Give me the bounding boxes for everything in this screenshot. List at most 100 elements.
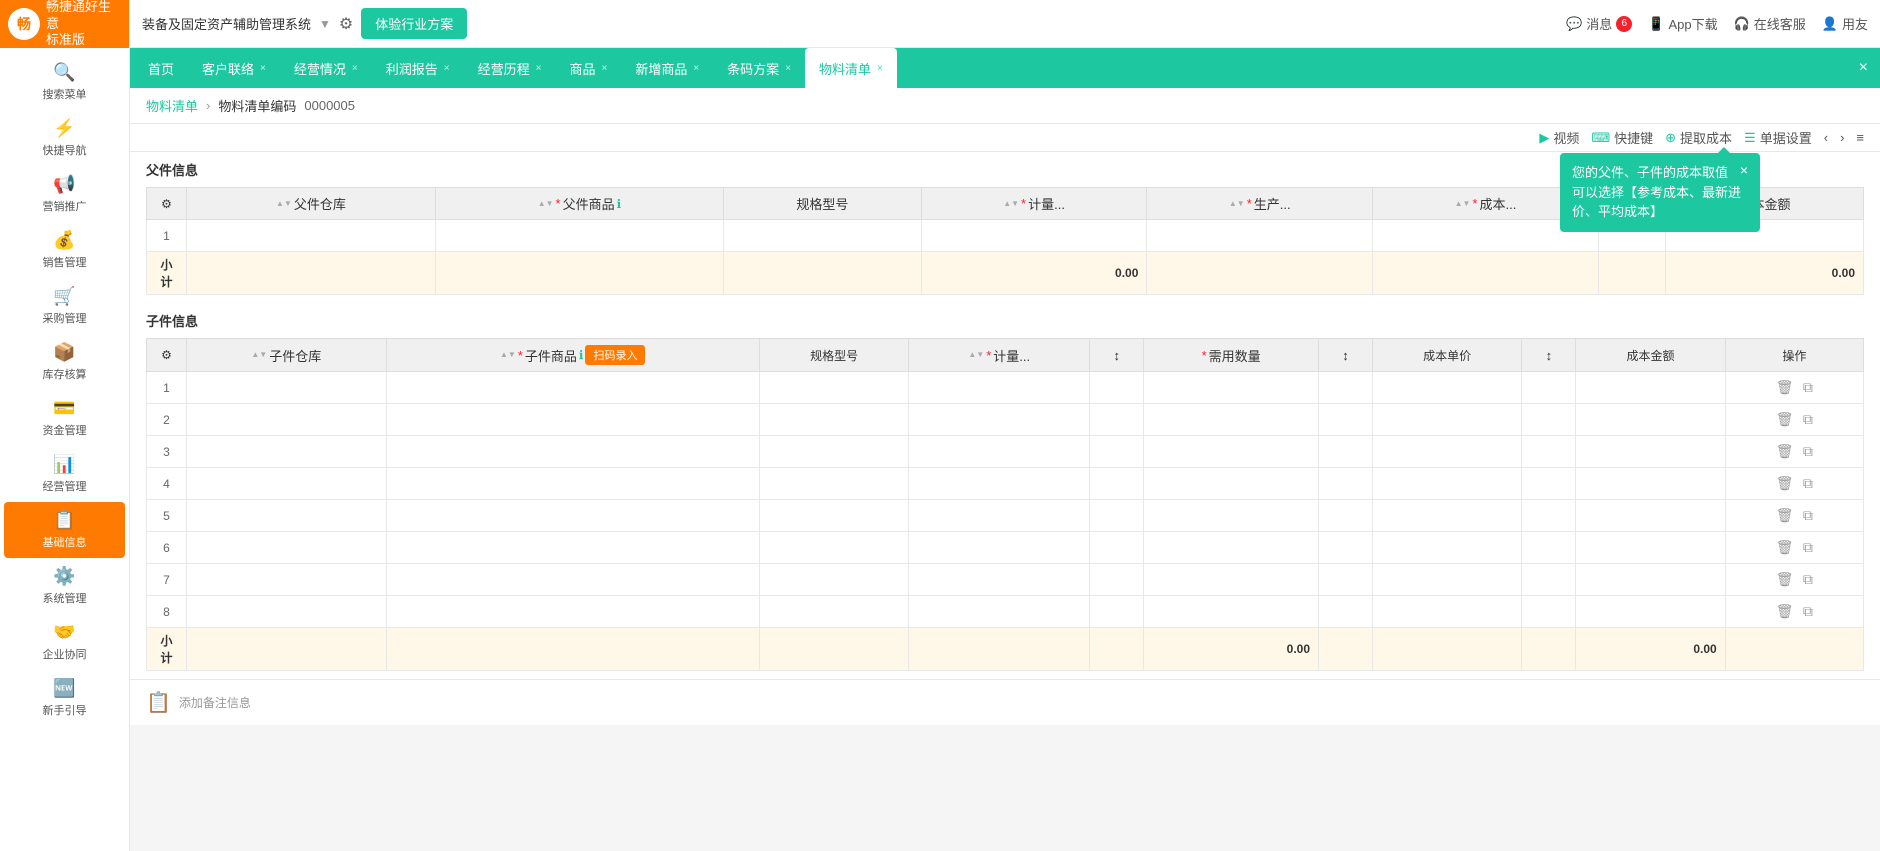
parent-production-sort[interactable]: ▲▼ [1229,200,1245,207]
tab-bom[interactable]: 物料清单 × [805,48,897,88]
topbar-settings-icon[interactable]: ⚙ [339,14,353,34]
child-unit-sort[interactable]: ▲▼ [968,351,984,358]
child-row3-sort[interactable] [1090,436,1144,468]
child-row3-copy[interactable]: ⧉ [1803,443,1813,459]
child-row2-sort[interactable] [1090,404,1144,436]
child-row5-spec[interactable] [759,500,908,532]
child-row4-goods[interactable] [386,468,759,500]
tab-home[interactable]: 首页 [134,48,188,88]
child-row2-spec[interactable] [759,404,908,436]
tab-operations[interactable]: 经营情况 × [280,48,372,88]
child-row2-unit-cost[interactable] [1373,404,1522,436]
child-row5-unit-cost[interactable] [1373,500,1522,532]
tab-newgoods[interactable]: 新增商品 × [621,48,713,88]
child-row8-sort[interactable] [1090,596,1144,628]
child-row2-warehouse[interactable] [187,404,387,436]
child-goods-sort[interactable]: ▲▼ [500,351,516,358]
child-sort-icon[interactable]: ↕ [1113,348,1120,363]
child-row5-warehouse[interactable] [187,500,387,532]
child-row7-delete[interactable]: 🗑 [1776,571,1794,587]
child-row6-goods[interactable] [386,532,759,564]
child-row3-goods[interactable] [386,436,759,468]
breadcrumb-parent[interactable]: 物料清单 [146,96,198,115]
parent-unit-sort[interactable]: ▲▼ [1003,200,1019,207]
child-row8-delete[interactable]: 🗑 [1776,603,1794,619]
child-row6-spec[interactable] [759,532,908,564]
close-all-tabs[interactable]: × [1851,59,1876,77]
child-row7-sort[interactable] [1090,564,1144,596]
tab-history[interactable]: 经营历程 × [464,48,556,88]
toolbar-single-settings[interactable]: ☰ 单据设置 [1744,128,1812,147]
child-row6-warehouse[interactable] [187,532,387,564]
toolbar-view[interactable]: ▶ 视频 [1539,128,1579,147]
parent-row-production[interactable] [1147,220,1373,252]
child-row7-copy[interactable]: ⧉ [1803,571,1813,587]
child-sort3-icon[interactable]: ↕ [1546,348,1553,363]
parent-row-spec[interactable] [723,220,921,252]
child-row4-unit-cost[interactable] [1373,468,1522,500]
child-row2-unit[interactable] [909,404,1090,436]
child-row6-copy[interactable]: ⧉ [1803,539,1813,555]
child-row1-goods[interactable] [386,372,759,404]
sidebar-item-system[interactable]: ⚙️ 系统管理 [0,558,129,614]
sidebar-item-basic[interactable]: 📋 基础信息 [4,502,125,558]
child-row5-sort[interactable] [1090,500,1144,532]
child-row3-warehouse[interactable] [187,436,387,468]
tab-profit-close[interactable]: × [444,63,450,74]
child-row1-unit-cost[interactable] [1373,372,1522,404]
parent-warehouse-sort[interactable]: ▲▼ [276,200,292,207]
sidebar-item-inventory[interactable]: 📦 库存核算 [0,334,129,390]
child-row7-spec[interactable] [759,564,908,596]
child-row8-spec[interactable] [759,596,908,628]
child-row5-qty[interactable] [1144,500,1319,532]
tab-bom-close[interactable]: × [877,63,883,74]
child-row3-delete[interactable]: 🗑 [1776,443,1794,459]
parent-cost-sort[interactable]: ▲▼ [1455,200,1471,207]
child-row4-warehouse[interactable] [187,468,387,500]
child-row6-unit[interactable] [909,532,1090,564]
child-row8-qty[interactable] [1144,596,1319,628]
child-row7-qty[interactable] [1144,564,1319,596]
child-row4-spec[interactable] [759,468,908,500]
child-row6-unit-cost[interactable] [1373,532,1522,564]
parent-row-unit[interactable] [921,220,1147,252]
tab-barcode[interactable]: 条码方案 × [713,48,805,88]
child-row7-goods[interactable] [386,564,759,596]
child-row3-unit[interactable] [909,436,1090,468]
child-row7-unit-cost[interactable] [1373,564,1522,596]
toolbar-nav-prev[interactable]: ‹ [1824,130,1828,145]
toolbar-extract-cost[interactable]: ⊕ 提取成本 [1665,128,1732,147]
child-row2-qty[interactable] [1144,404,1319,436]
toolbar-shortcut[interactable]: ⌨ 快捷键 [1591,128,1653,147]
note-text[interactable]: 添加备注信息 [179,694,251,711]
child-row3-unit-cost[interactable] [1373,436,1522,468]
tab-operations-close[interactable]: × [352,63,358,74]
child-row4-delete[interactable]: 🗑 [1776,475,1794,491]
child-row1-delete[interactable]: 🗑 [1776,379,1794,395]
child-row2-copy[interactable]: ⧉ [1803,411,1813,427]
app-download-btn[interactable]: 📱 App下载 [1648,14,1717,33]
tab-history-close[interactable]: × [536,63,542,74]
child-row8-warehouse[interactable] [187,596,387,628]
child-row8-unit[interactable] [909,596,1090,628]
tab-barcode-close[interactable]: × [785,63,791,74]
child-warehouse-sort[interactable]: ▲▼ [251,351,267,358]
sidebar-item-marketing[interactable]: 📢 营销推广 [0,166,129,222]
child-row1-unit[interactable] [909,372,1090,404]
parent-row-goods[interactable] [435,220,723,252]
child-row4-copy[interactable]: ⧉ [1803,475,1813,491]
sidebar-item-operations[interactable]: 📊 经营管理 [0,446,129,502]
child-row4-unit[interactable] [909,468,1090,500]
child-row7-unit[interactable] [909,564,1090,596]
child-row7-warehouse[interactable] [187,564,387,596]
child-row5-delete[interactable]: 🗑 [1776,507,1794,523]
tab-customer-close[interactable]: × [260,63,266,74]
child-row8-copy[interactable]: ⧉ [1803,603,1813,619]
child-row5-unit[interactable] [909,500,1090,532]
tab-newgoods-close[interactable]: × [693,63,699,74]
child-row1-copy[interactable]: ⧉ [1803,379,1813,395]
child-row6-sort[interactable] [1090,532,1144,564]
scan-input-btn[interactable]: 扫码录入 [585,345,645,365]
parent-row-warehouse[interactable] [187,220,436,252]
child-row6-delete[interactable]: 🗑 [1776,539,1794,555]
